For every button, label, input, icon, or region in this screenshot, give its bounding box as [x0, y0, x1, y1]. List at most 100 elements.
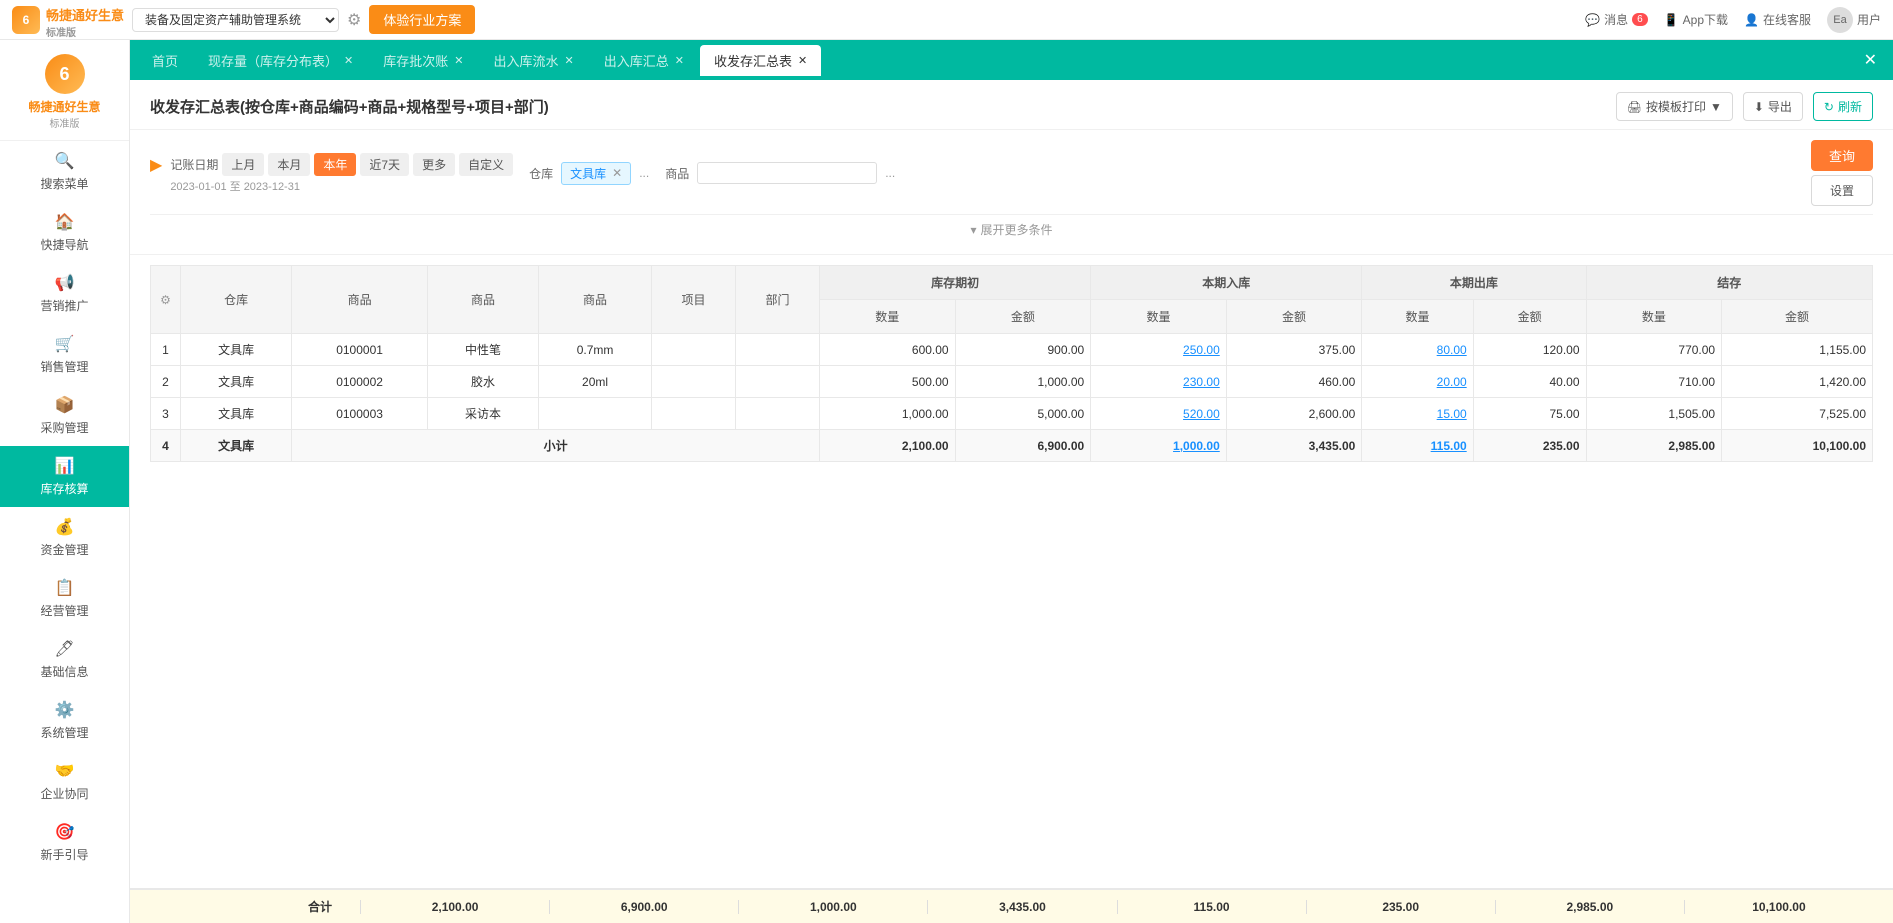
cell-num-2: 2 [151, 366, 181, 398]
table-gear-icon[interactable]: ⚙ [160, 293, 171, 307]
tab-bar-close-icon[interactable]: ✕ [1856, 50, 1885, 70]
cell-project-3 [651, 398, 735, 430]
in-qty-link-3[interactable]: 520.00 [1183, 407, 1220, 421]
date-btn-prev-month[interactable]: 上月 [222, 153, 264, 176]
cell-in-qty-1[interactable]: 250.00 [1091, 334, 1227, 366]
query-button[interactable]: 查询 [1811, 140, 1873, 171]
cell-out-qty-1[interactable]: 80.00 [1362, 334, 1473, 366]
date-btn-7days[interactable]: 近7天 [360, 153, 409, 176]
cell-in-amt-3: 2,600.00 [1226, 398, 1362, 430]
cell-warehouse-1: 文具库 [181, 334, 292, 366]
print-button[interactable]: 🖨 按模板打印 ▼ [1616, 92, 1733, 121]
demo-button[interactable]: 体验行业方案 [369, 5, 475, 34]
cell-code-3: 0100003 [292, 398, 428, 430]
footer-bar: 合计 2,100.00 6,900.00 1,000.00 3,435.00 1… [130, 888, 1893, 923]
sidebar-item-operation[interactable]: 📋 经营管理 [0, 568, 129, 629]
col-in-qty-header: 数量 [1091, 300, 1227, 334]
out-qty-link-1[interactable]: 80.00 [1437, 343, 1467, 357]
sidebar-item-guide[interactable]: 🎯 新手引导 [0, 812, 129, 873]
sidebar-item-finance[interactable]: 💰 资金管理 [0, 507, 129, 568]
sidebar-brand: 畅捷通好生意 [28, 98, 100, 115]
app-download-item[interactable]: 📱 App下载 [1664, 11, 1728, 28]
warehouse-tag-text: 文具库 [570, 165, 606, 182]
tab-home[interactable]: 首页 [138, 45, 192, 76]
date-btn-cur-month[interactable]: 本月 [268, 153, 310, 176]
subtotal-open-qty: 2,100.00 [820, 430, 956, 462]
sidebar-item-system[interactable]: ⚙️ 系统管理 [0, 690, 129, 751]
in-qty-link-1[interactable]: 250.00 [1183, 343, 1220, 357]
tab-close-inout-sum[interactable]: ✕ [675, 54, 684, 67]
online-service-item[interactable]: 👤 在线客服 [1744, 11, 1811, 28]
subtotal-in-qty[interactable]: 1,000.00 [1091, 430, 1227, 462]
warehouse-tag-close-icon[interactable]: ✕ [612, 166, 622, 180]
warehouse-more[interactable]: ... [639, 166, 649, 180]
col-goods-name-header: 商品 [427, 266, 538, 334]
sidebar-label-quick: 快捷导航 [40, 236, 88, 253]
message-item[interactable]: 💬 消息 6 [1585, 11, 1648, 28]
warehouse-label: 仓库 [529, 165, 553, 182]
sidebar-item-marketing[interactable]: 📢 营销推广 [0, 263, 129, 324]
cell-in-qty-2[interactable]: 230.00 [1091, 366, 1227, 398]
cell-out-qty-2[interactable]: 20.00 [1362, 366, 1473, 398]
sidebar-item-cooperation[interactable]: 🤝 企业协同 [0, 751, 129, 812]
refresh-button[interactable]: ↻ 刷新 [1813, 92, 1873, 121]
system-icon: ⚙️ [55, 700, 75, 720]
tab-close-stock-dist[interactable]: ✕ [344, 54, 353, 67]
goods-more[interactable]: ... [885, 166, 895, 180]
sidebar-logo: 6 [45, 54, 85, 94]
subtotal-warehouse: 文具库 [181, 430, 292, 462]
in-qty-link-2[interactable]: 230.00 [1183, 375, 1220, 389]
cell-code-2: 0100002 [292, 366, 428, 398]
subtotal-in-qty-link[interactable]: 1,000.00 [1173, 439, 1220, 453]
cell-open-qty-1: 600.00 [820, 334, 956, 366]
sidebar-item-basic[interactable]: 🖊 基础信息 [0, 629, 129, 690]
tab-stock-dist[interactable]: 现存量（库存分布表） ✕ [194, 45, 367, 76]
export-button[interactable]: ⬇ 导出 [1743, 92, 1803, 121]
tab-label-inout-sum: 出入库汇总 [604, 51, 669, 70]
tab-close-inout-flow[interactable]: ✕ [565, 54, 574, 67]
subtotal-in-amt: 3,435.00 [1226, 430, 1362, 462]
subtotal-out-qty-link[interactable]: 115.00 [1431, 439, 1467, 453]
top-bar-left: 6 畅捷通好生意 标准版 装备及固定资产辅助管理系统 ⚙ 体验行业方案 [12, 1, 475, 39]
tab-inout-flow[interactable]: 出入库流水 ✕ [479, 45, 587, 76]
logo-icon: 6 [12, 6, 40, 34]
sidebar-item-purchase[interactable]: 📦 采购管理 [0, 385, 129, 446]
col-goods-spec-header: 商品 [539, 266, 652, 334]
date-btn-custom[interactable]: 自定义 [459, 153, 513, 176]
cell-spec-3 [539, 398, 652, 430]
cell-in-qty-3[interactable]: 520.00 [1091, 398, 1227, 430]
sidebar-label-system: 系统管理 [40, 724, 88, 741]
tab-close-batch[interactable]: ✕ [454, 54, 463, 67]
col-out-amt-header: 金额 [1473, 300, 1586, 334]
cell-out-qty-3[interactable]: 15.00 [1362, 398, 1473, 430]
filter-row: ▶ 记账日期 上月 本月 本年 近7天 更多 自定义 [150, 140, 1873, 206]
table-row: 2 文具库 0100002 胶水 20ml 500.00 1,000.00 23… [151, 366, 1873, 398]
goods-input[interactable] [697, 162, 877, 184]
user-label: 用户 [1857, 11, 1881, 28]
sidebar-item-quick[interactable]: 🏠 快捷导航 [0, 202, 129, 263]
warehouse-filter: 仓库 文具库 ✕ ... [529, 162, 649, 185]
expand-more-btn[interactable]: ▾ 展开更多条件 [150, 214, 1873, 244]
subtotal-out-qty[interactable]: 115.00 [1362, 430, 1473, 462]
out-qty-link-3[interactable]: 15.00 [1437, 407, 1467, 421]
sidebar-item-search[interactable]: 🔍 搜索菜单 [0, 141, 129, 202]
tab-batch[interactable]: 库存批次账 ✕ [369, 45, 477, 76]
system-select[interactable]: 装备及固定资产辅助管理系统 [132, 8, 339, 32]
top-bar-right: 💬 消息 6 📱 App下载 👤 在线客服 Ea 用户 [1585, 7, 1881, 33]
expand-arrow-icon[interactable]: ▶ [150, 155, 162, 175]
tab-collect-sum[interactable]: 收发存汇总表 ✕ [700, 45, 821, 76]
sidebar-label-sales: 销售管理 [40, 358, 88, 375]
setting-button[interactable]: 设置 [1811, 175, 1873, 206]
col-opening-amt-header: 金额 [955, 300, 1091, 334]
tab-close-collect-sum[interactable]: ✕ [798, 54, 807, 67]
sidebar-item-inventory[interactable]: 📊 库存核算 [0, 446, 129, 507]
cell-in-amt-2: 460.00 [1226, 366, 1362, 398]
sidebar-item-sales[interactable]: 🛒 销售管理 [0, 324, 129, 385]
settings-icon[interactable]: ⚙ [347, 10, 361, 30]
out-qty-link-2[interactable]: 20.00 [1437, 375, 1467, 389]
user-item[interactable]: Ea 用户 [1827, 7, 1881, 33]
date-btn-cur-year[interactable]: 本年 [314, 153, 356, 176]
tab-inout-sum[interactable]: 出入库汇总 ✕ [590, 45, 698, 76]
date-btn-more[interactable]: 更多 [413, 153, 455, 176]
col-out-qty-header: 数量 [1362, 300, 1473, 334]
